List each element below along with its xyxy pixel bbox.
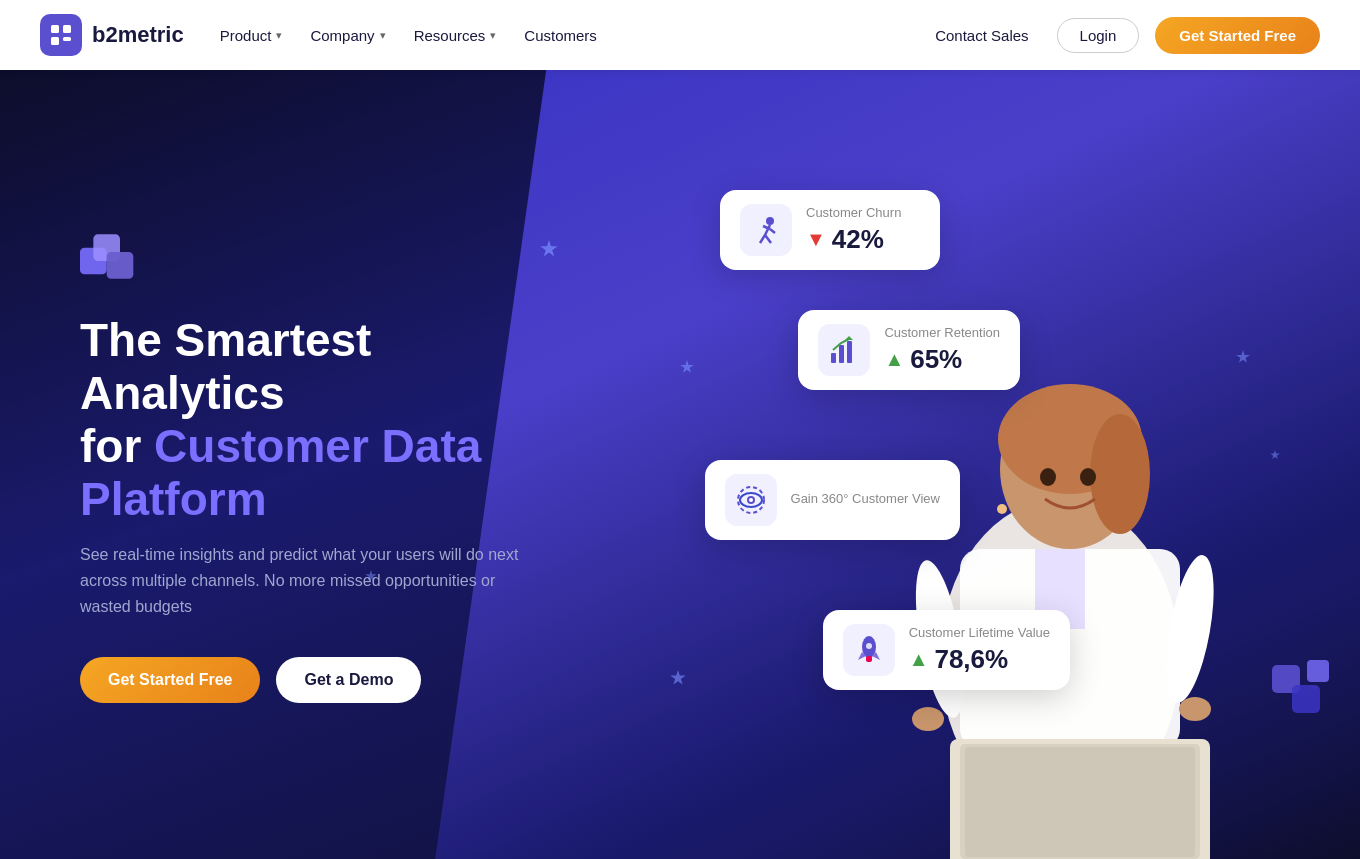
hero-3d-cubes-icon <box>80 226 160 296</box>
hero-title: The Smartest Analytics for Customer Data… <box>80 314 580 526</box>
company-menu[interactable]: Company ▾ <box>310 27 385 44</box>
nav-links: Product ▾ Company ▾ Resources ▾ Customer… <box>220 27 597 44</box>
360-card-icon <box>725 474 777 526</box>
churn-card-label: Customer Churn <box>806 205 901 220</box>
hero-demo-button[interactable]: Get a Demo <box>276 657 421 703</box>
ltv-card-label: Customer Lifetime Value <box>909 625 1050 640</box>
svg-rect-34 <box>839 345 844 363</box>
churn-arrow-down-icon: ▼ <box>806 228 826 251</box>
hero-subtitle: See real-time insights and predict what … <box>80 542 520 621</box>
ltv-card-value: ▲ 78,6% <box>909 644 1050 675</box>
ltv-arrow-up-icon: ▲ <box>909 648 929 671</box>
svg-rect-19 <box>965 747 1195 857</box>
svg-line-32 <box>770 229 775 233</box>
svg-point-44 <box>866 643 872 649</box>
svg-rect-0 <box>51 25 59 33</box>
right-cubes-decoration <box>1272 655 1342 729</box>
svg-line-30 <box>765 235 771 243</box>
retention-card-label: Customer Retention <box>884 325 1000 340</box>
retention-arrow-up-icon: ▲ <box>884 348 904 371</box>
svg-rect-26 <box>1307 660 1329 682</box>
nav-get-started-button[interactable]: Get Started Free <box>1155 17 1320 54</box>
svg-rect-45 <box>866 656 872 662</box>
resources-menu[interactable]: Resources ▾ <box>414 27 497 44</box>
ltv-card-info: Customer Lifetime Value ▲ 78,6% <box>909 625 1050 675</box>
svg-point-27 <box>766 217 774 225</box>
logo-icon <box>40 14 82 56</box>
hero-content: The Smartest Analytics for Customer Data… <box>80 226 580 703</box>
svg-point-40 <box>749 498 753 502</box>
360-card-info: Gain 360° Customer View <box>791 491 940 510</box>
svg-rect-1 <box>63 25 71 33</box>
ltv-card-icon <box>843 624 895 676</box>
retention-card-icon <box>818 324 870 376</box>
resources-chevron-icon: ▾ <box>490 29 496 42</box>
svg-point-16 <box>1179 697 1211 721</box>
logo-text: b2metric <box>92 22 184 48</box>
contact-sales-button[interactable]: Contact Sales <box>923 19 1040 52</box>
customer-retention-card: Customer Retention ▲ 65% <box>798 310 1020 390</box>
svg-rect-33 <box>831 353 836 363</box>
product-chevron-icon: ▾ <box>276 29 282 42</box>
login-button[interactable]: Login <box>1057 18 1140 53</box>
logo-link[interactable]: b2metric <box>40 14 184 56</box>
svg-point-22 <box>1040 468 1056 486</box>
nav-right: Contact Sales Login Get Started Free <box>923 17 1320 54</box>
company-chevron-icon: ▾ <box>380 29 386 42</box>
churn-card-icon <box>740 204 792 256</box>
hero-buttons: Get Started Free Get a Demo <box>80 657 580 703</box>
svg-rect-2 <box>51 37 59 45</box>
product-menu[interactable]: Product ▾ <box>220 27 283 44</box>
retention-card-info: Customer Retention ▲ 65% <box>884 325 1000 375</box>
svg-point-23 <box>1080 468 1096 486</box>
churn-card-value: ▼ 42% <box>806 224 901 255</box>
customer-ltv-card: Customer Lifetime Value ▲ 78,6% <box>823 610 1070 690</box>
hero-section: The Smartest Analytics for Customer Data… <box>0 70 1360 859</box>
svg-point-15 <box>912 707 944 731</box>
hero-get-started-button[interactable]: Get Started Free <box>80 657 260 703</box>
customer-churn-card: Customer Churn ▼ 42% <box>720 190 940 270</box>
svg-rect-3 <box>63 37 71 41</box>
svg-marker-36 <box>845 336 853 340</box>
svg-rect-35 <box>847 341 852 363</box>
retention-card-value: ▲ 65% <box>884 344 1000 375</box>
gain-360-card: Gain 360° Customer View <box>705 460 960 540</box>
nav-left: b2metric Product ▾ Company ▾ Resources ▾… <box>40 14 597 56</box>
navbar: b2metric Product ▾ Company ▾ Resources ▾… <box>0 0 1360 70</box>
svg-rect-6 <box>107 252 134 279</box>
customers-link[interactable]: Customers <box>524 27 597 44</box>
svg-rect-25 <box>1292 685 1320 713</box>
svg-point-10 <box>1090 414 1150 534</box>
svg-line-29 <box>760 235 765 243</box>
360-card-label: Gain 360° Customer View <box>791 491 940 506</box>
churn-card-info: Customer Churn ▼ 42% <box>806 205 901 255</box>
svg-point-21 <box>997 504 1007 514</box>
